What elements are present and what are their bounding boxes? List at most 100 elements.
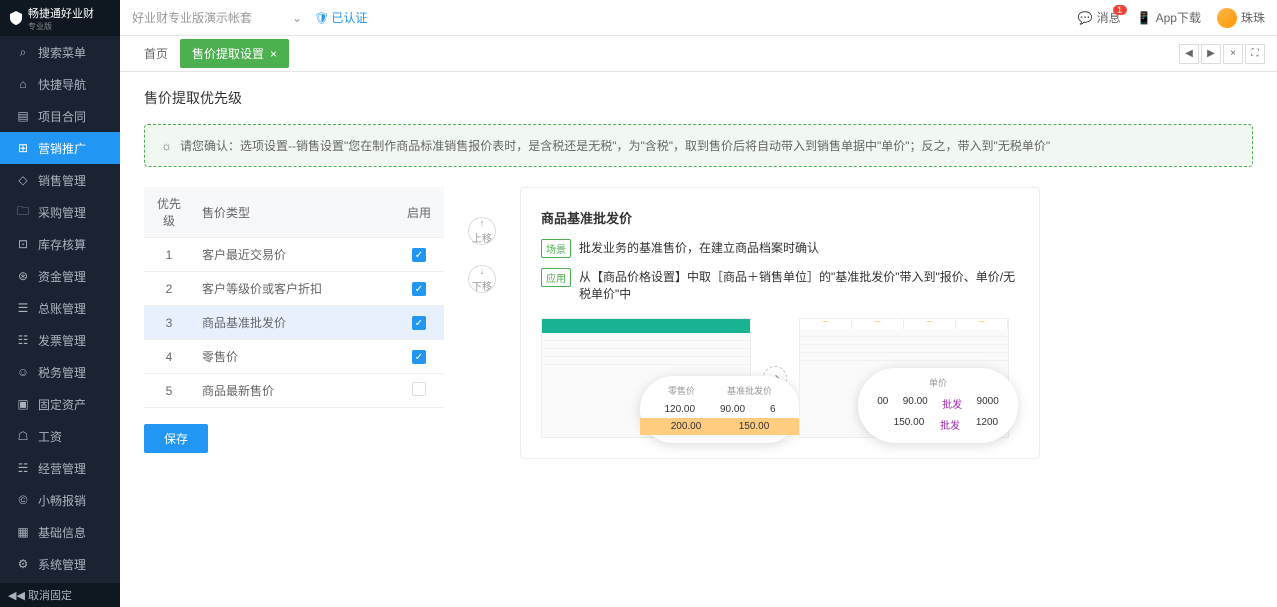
sidebar-item-salary[interactable]: ☖ 工资 xyxy=(0,420,120,452)
arrow-up-icon: ↑ xyxy=(480,218,485,228)
sidebar-item-search[interactable]: ⌕搜索菜单 xyxy=(0,36,120,68)
header: 好业财专业版演示帐套 ⌄ 🛡 已认证 💬 消息 1 📱 App下载 珠珠 xyxy=(120,0,1277,36)
sidebar: 畅捷通好业财 专业版 ⌕搜索菜单 ⌂快捷导航 ▤项目合同 ⊞ 营销推广 ◇ 销售管理… xyxy=(0,0,120,607)
user-name: 珠珠 xyxy=(1241,9,1265,26)
alert-text: 请您确认：选项设置--销售设置"您在制作商品标准销售报价表时，是含税还是无税"，… xyxy=(180,137,1050,154)
page-title: 售价提取优先级 xyxy=(144,88,1253,108)
sidebar-item-label: 销售管理 xyxy=(38,172,86,189)
salary-icon: ☖ xyxy=(16,429,30,443)
chart-icon: ☵ xyxy=(16,461,30,475)
sidebar-item-label: 库存核算 xyxy=(38,236,86,253)
doc-icon: ▤ xyxy=(16,109,30,123)
bubble-source: 零售价基准批发价 120.0090.006 200.00150.00 xyxy=(640,376,800,443)
app-label: App下载 xyxy=(1156,9,1201,26)
logo-sub: 专业版 xyxy=(28,21,94,32)
checkbox[interactable]: ✓ xyxy=(412,350,426,364)
sidebar-item-invoice[interactable]: ☷发票管理 xyxy=(0,324,120,356)
move-down-label: 下移 xyxy=(472,278,492,293)
sidebar-item-nav[interactable]: ⌂快捷导航 xyxy=(0,68,120,100)
sidebar-item-label: 固定资产 xyxy=(38,396,86,413)
sidebar-item-project[interactable]: ▤项目合同 xyxy=(0,100,120,132)
user-menu[interactable]: 珠珠 xyxy=(1217,8,1265,28)
asset-icon: ▣ xyxy=(16,397,30,411)
sidebar-item-assets[interactable]: ▣ 固定资产 xyxy=(0,388,120,420)
tab-bar: 首页 售价提取设置 × ◀ ▶ × ⛶ xyxy=(120,36,1277,72)
apply-tag: 应用 xyxy=(541,268,571,287)
info-icon: ▦ xyxy=(16,525,30,539)
arrow-down-icon: ↓ xyxy=(480,266,485,276)
sidebar-item-purchase[interactable]: 🗀 采购管理 xyxy=(0,196,120,228)
sidebar-item-label: 小畅报销 xyxy=(38,492,86,509)
sidebar-item-base[interactable]: ▦ 基础信息 xyxy=(0,516,120,548)
checkbox[interactable]: ✓ xyxy=(412,282,426,296)
sidebar-item-label: 工资 xyxy=(38,428,62,445)
money-icon: ⊛ xyxy=(16,269,30,283)
col-enable: 启用 xyxy=(394,187,444,238)
tax-icon: ☺ xyxy=(16,365,30,379)
checkbox[interactable] xyxy=(412,382,426,396)
table-row[interactable]: 3商品基准批发价✓ xyxy=(144,306,444,340)
phone-icon: 📱 xyxy=(1137,11,1152,25)
tab-price-settings[interactable]: 售价提取设置 × xyxy=(180,39,289,68)
sidebar-item-ledger[interactable]: ☰总账管理 xyxy=(0,292,120,324)
sidebar-item-business[interactable]: ☵经营管理 xyxy=(0,452,120,484)
sidebar-item-label: 基础信息 xyxy=(38,524,86,541)
marketing-icon: ⊞ xyxy=(16,141,30,155)
sidebar-item-label: 采购管理 xyxy=(38,204,86,221)
fullscreen-button[interactable]: ⛶ xyxy=(1245,44,1265,64)
table-row[interactable]: 2客户等级价或客户折扣✓ xyxy=(144,272,444,306)
invoice-icon: ☷ xyxy=(16,333,30,347)
verified-badge: 🛡 已认证 xyxy=(314,9,367,26)
col-type: 售价类型 xyxy=(194,187,394,238)
col-priority: 优先级 xyxy=(144,187,194,238)
table-row[interactable]: 1客户最近交易价✓ xyxy=(144,238,444,272)
cart-icon: 🗀 xyxy=(16,205,30,219)
collapse-icon: ◀◀ xyxy=(8,589,25,602)
move-up-label: 上移 xyxy=(472,230,492,245)
tab-close-all-button[interactable]: × xyxy=(1223,44,1243,64)
tab-next-button[interactable]: ▶ xyxy=(1201,44,1221,64)
sidebar-item-label: 总账管理 xyxy=(38,300,86,317)
tab-home[interactable]: 首页 xyxy=(132,39,180,68)
sidebar-collapse[interactable]: ◀◀ 取消固定 xyxy=(0,583,120,607)
tab-prev-button[interactable]: ◀ xyxy=(1179,44,1199,64)
info-alert: ☼ 请您确认：选项设置--销售设置"您在制作商品标准销售报价表时，是含税还是无税… xyxy=(144,124,1253,167)
sidebar-footer-label: 取消固定 xyxy=(28,587,72,603)
org-selector[interactable]: 好业财专业版演示帐套 ⌄ xyxy=(132,9,302,26)
close-icon[interactable]: × xyxy=(270,47,277,61)
shield-icon: 🛡 xyxy=(314,11,329,25)
chat-icon: 💬 xyxy=(1078,11,1093,25)
app-download-button[interactable]: 📱 App下载 xyxy=(1137,9,1201,26)
sidebar-item-label: 营销推广 xyxy=(38,140,86,157)
sidebar-item-system[interactable]: ⚙系统管理 xyxy=(0,548,120,580)
bubble-target: 单价 0090.00批发9000 150.00批发1200 xyxy=(858,368,1018,443)
tip-icon: ☼ xyxy=(161,139,172,153)
sidebar-item-funds[interactable]: ⊛ 资金管理 xyxy=(0,260,120,292)
priority-table: 优先级 售价类型 启用 1客户最近交易价✓ 2客户等级价或客户折扣✓ 3商品基准… xyxy=(144,187,444,408)
sidebar-item-expense[interactable]: © 小畅报销 xyxy=(0,484,120,516)
messages-button[interactable]: 💬 消息 1 xyxy=(1078,9,1121,26)
logo: 畅捷通好业财 专业版 xyxy=(0,0,120,36)
content: 售价提取优先级 ☼ 请您确认：选项设置--销售设置"您在制作商品标准销售报价表时… xyxy=(120,72,1277,607)
sidebar-item-sales[interactable]: ◇ 销售管理 xyxy=(0,164,120,196)
sales-icon: ◇ xyxy=(16,173,30,187)
table-row[interactable]: 5商品最新售价 xyxy=(144,374,444,408)
sidebar-item-tax[interactable]: ☺税务管理 xyxy=(0,356,120,388)
illustration: 零售价基准批发价 120.0090.006 200.00150.00 ➔ ———… xyxy=(541,318,1019,438)
expense-icon: © xyxy=(16,493,30,507)
checkbox[interactable]: ✓ xyxy=(412,248,426,262)
gear-icon: ⚙ xyxy=(16,557,30,571)
tab-label: 售价提取设置 xyxy=(192,45,264,62)
checkbox[interactable]: ✓ xyxy=(412,316,426,330)
move-down-button[interactable]: ↓ 下移 xyxy=(468,265,496,293)
table-row[interactable]: 4零售价✓ xyxy=(144,340,444,374)
save-button[interactable]: 保存 xyxy=(144,424,208,453)
sidebar-item-marketing[interactable]: ⊞ 营销推广 xyxy=(0,132,120,164)
messages-badge: 1 xyxy=(1113,5,1127,15)
sidebar-item-inventory[interactable]: ⊡库存核算 xyxy=(0,228,120,260)
chevron-down-icon: ⌄ xyxy=(292,11,302,25)
sidebar-item-label: 资金管理 xyxy=(38,268,86,285)
mini-doc-source: 零售价基准批发价 120.0090.006 200.00150.00 xyxy=(541,318,751,438)
avatar xyxy=(1217,8,1237,28)
move-up-button[interactable]: ↑ 上移 xyxy=(468,217,496,245)
